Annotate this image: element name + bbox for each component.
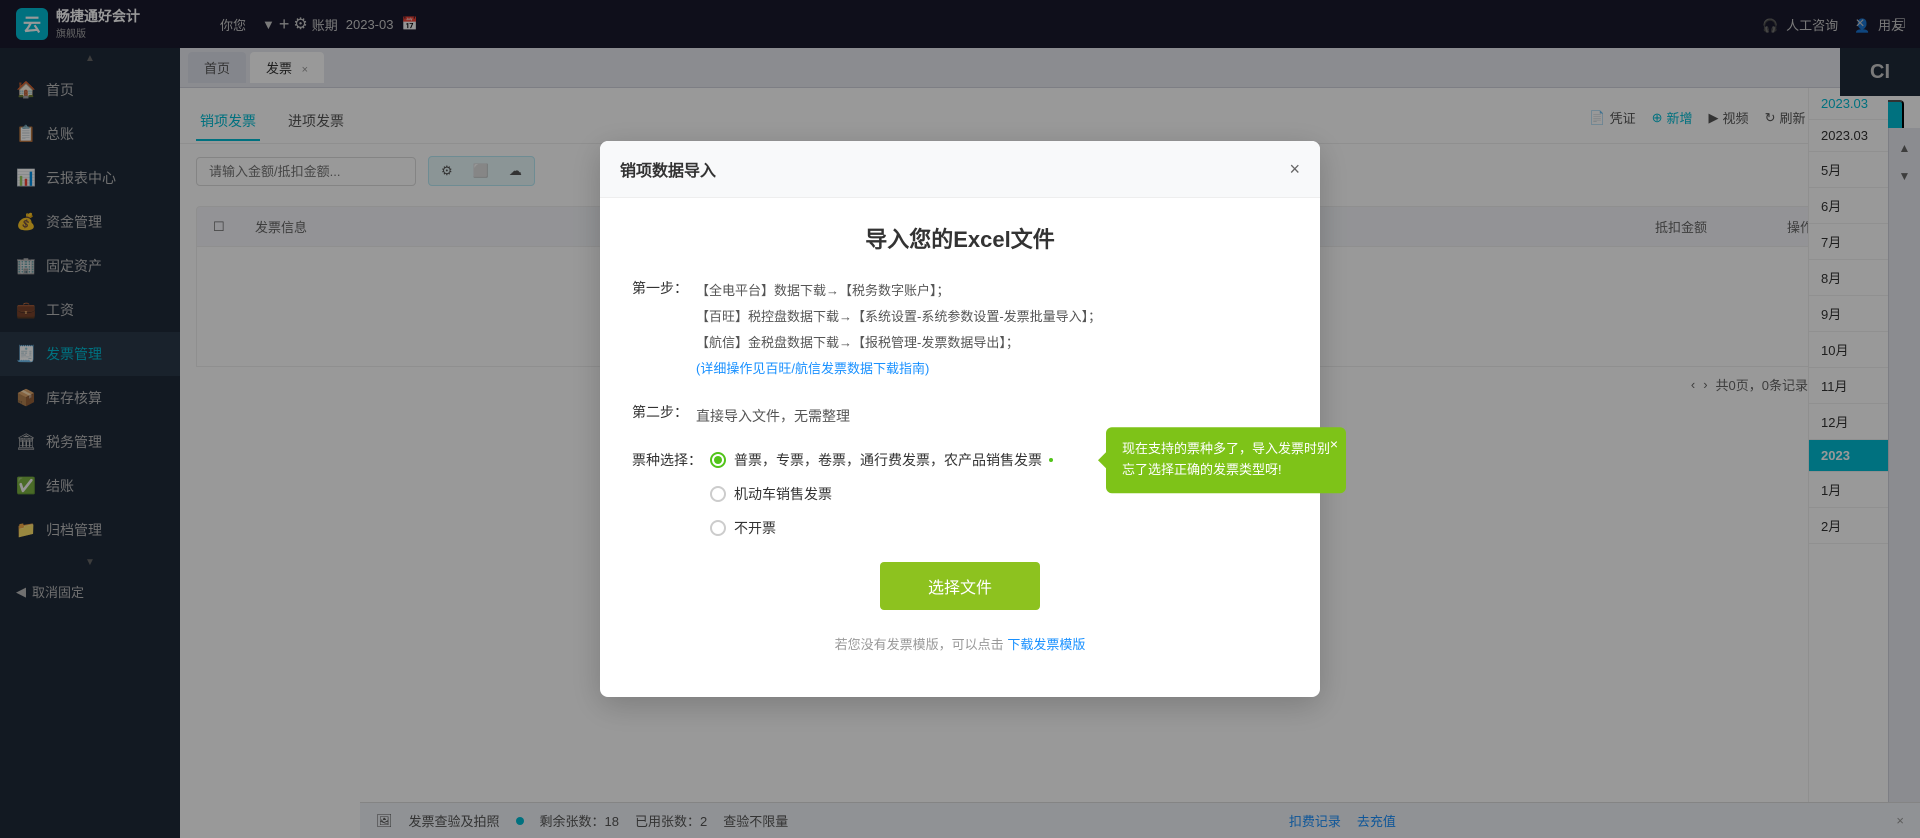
step1-guide-link[interactable]: (详细操作见百旺/航信发票数据下载指南)	[696, 361, 929, 376]
ticket-section: 票种选择： 普票，专票，卷票，通行费发票，农产品销售发票	[632, 450, 1288, 538]
download-template-link[interactable]: 下载发票模版	[1007, 637, 1085, 652]
tooltip-bubble: × 现在支持的票种多了，导入发票时别忘了选择正确的发票类型呀!	[1106, 427, 1346, 493]
ticket-option-2-label: 机动车销售发票	[734, 484, 832, 504]
radio-circle-2	[710, 486, 726, 502]
ticket-option-3-label: 不开票	[734, 518, 776, 538]
dialog-title: 销项数据导入	[620, 157, 716, 181]
select-file-btn[interactable]: 选择文件	[880, 562, 1040, 610]
ticket-option-1-label: 普票，专票，卷票，通行费发票，农产品销售发票	[734, 450, 1042, 470]
step1-line1: 【全电平台】数据下载→【税务数字账户】；	[696, 278, 1101, 304]
step1-line3: 【航信】金税盘数据下载→【报税管理-发票数据导出】；	[696, 330, 1101, 356]
radio-circle-1	[710, 452, 726, 468]
dialog-body: 导入您的Excel文件 第一步： 【全电平台】数据下载→【税务数字账户】； 【百…	[600, 198, 1320, 697]
ticket-option-3[interactable]: 不开票	[710, 518, 1066, 538]
dialog-main-title: 导入您的Excel文件	[632, 222, 1288, 254]
step1-section: 第一步： 【全电平台】数据下载→【税务数字账户】； 【百旺】税控盘数据下载→【系…	[632, 278, 1288, 382]
import-dialog: 销项数据导入 × 导入您的Excel文件 第一步： 【全电平台】数据下载→【税务…	[600, 141, 1320, 697]
footer-text: 若您没有发票模版，可以点击	[835, 637, 1004, 652]
step1-line2: 【百旺】税控盘数据下载→【系统设置-系统参数设置-发票批量导入】；	[696, 304, 1101, 330]
step1-label: 第一步：	[632, 278, 688, 374]
dialog-footer: 若您没有发票模版，可以点击 下载发票模版	[632, 634, 1288, 673]
tooltip-dot	[1046, 455, 1056, 465]
ticket-option-1[interactable]: 普票，专票，卷票，通行费发票，农产品销售发票 × 现在支持的票种多了，导入发票时…	[710, 450, 1066, 470]
step1-link: (详细操作见百旺/航信发票数据下载指南)	[696, 356, 1101, 382]
dialog-close-btn[interactable]: ×	[1289, 159, 1300, 180]
ticket-label: 票种选择：	[632, 450, 702, 526]
tooltip-text: 现在支持的票种多了，导入发票时别忘了选择正确的发票类型呀!	[1122, 441, 1330, 477]
dialog-header: 销项数据导入 ×	[600, 141, 1320, 198]
step2-content: 直接导入文件，无需整理	[688, 406, 850, 426]
dialog-overlay: 销项数据导入 × 导入您的Excel文件 第一步： 【全电平台】数据下载→【税务…	[0, 0, 1920, 838]
step2-section: 第二步： 直接导入文件，无需整理	[632, 402, 1288, 430]
radio-dot-1	[714, 456, 722, 464]
radio-circle-3	[710, 520, 726, 536]
ticket-option-2[interactable]: 机动车销售发票	[710, 484, 1066, 504]
tooltip-close-btn[interactable]: ×	[1330, 433, 1338, 455]
step2-label: 第二步：	[632, 402, 688, 422]
